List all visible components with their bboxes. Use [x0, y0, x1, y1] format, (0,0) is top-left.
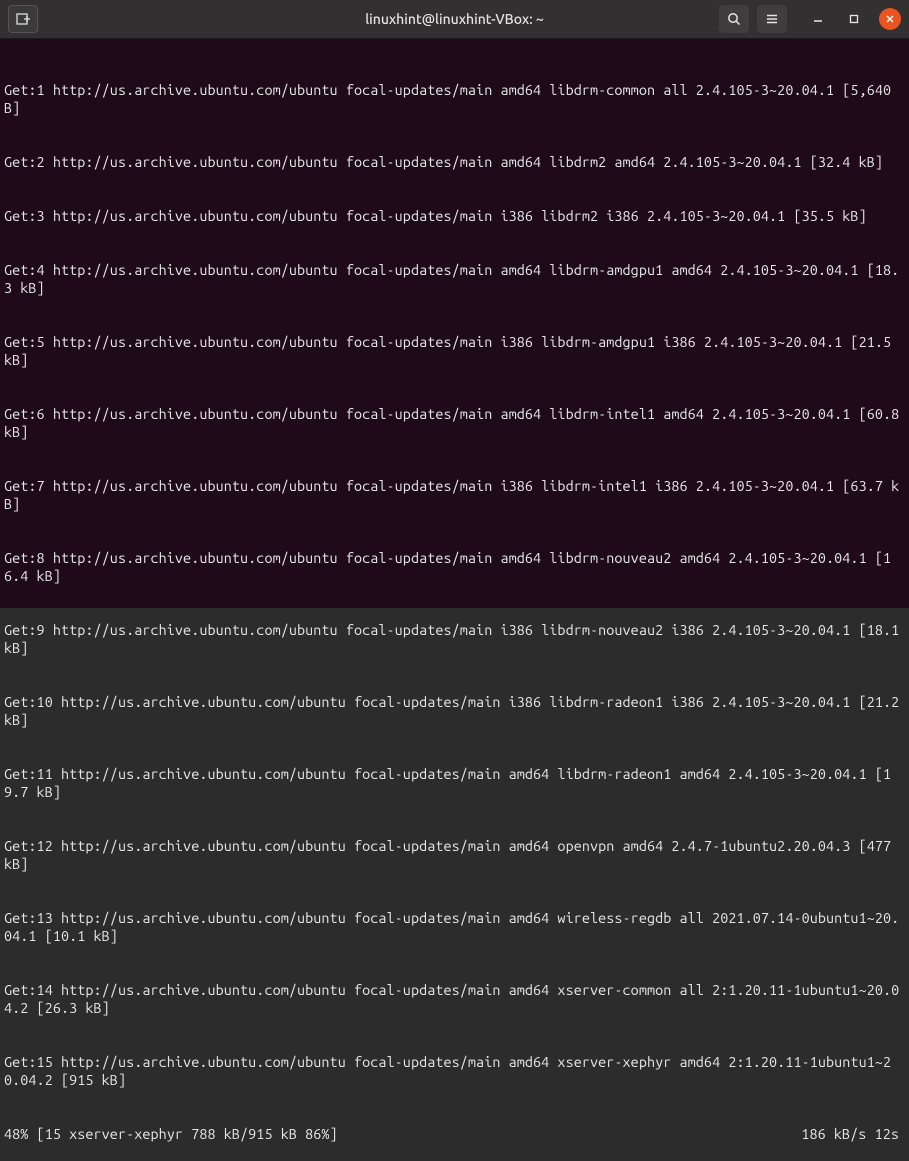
output-line: Get:10 http://us.archive.ubuntu.com/ubun… [4, 693, 905, 729]
output-line: Get:2 http://us.archive.ubuntu.com/ubunt… [4, 153, 905, 171]
close-button[interactable] [879, 8, 901, 30]
output-line: Get:1 http://us.archive.ubuntu.com/ubunt… [4, 81, 905, 117]
new-tab-icon [15, 11, 31, 27]
maximize-icon [849, 14, 859, 24]
minimize-icon [813, 14, 823, 24]
output-line: Get:7 http://us.archive.ubuntu.com/ubunt… [4, 477, 905, 513]
window-controls [807, 8, 901, 30]
progress-left: 48% [15 xserver-xephyr 788 kB/915 kB 86%… [4, 1125, 338, 1143]
output-line: Get:6 http://us.archive.ubuntu.com/ubunt… [4, 405, 905, 441]
menu-button[interactable] [757, 5, 787, 33]
terminal-output[interactable]: Get:1 http://us.archive.ubuntu.com/ubunt… [0, 39, 909, 608]
search-icon [727, 12, 741, 26]
output-line: Get:11 http://us.archive.ubuntu.com/ubun… [4, 765, 905, 801]
output-line: Get:14 http://us.archive.ubuntu.com/ubun… [4, 981, 905, 1017]
new-tab-button[interactable] [8, 5, 38, 33]
progress-line: 48% [15 xserver-xephyr 788 kB/915 kB 86%… [4, 1125, 905, 1143]
hamburger-icon [765, 12, 779, 26]
output-line: Get:4 http://us.archive.ubuntu.com/ubunt… [4, 261, 905, 297]
output-line: Get:9 http://us.archive.ubuntu.com/ubunt… [4, 621, 905, 657]
window-title: linuxhint@linuxhint-VBox: ~ [365, 11, 544, 27]
search-button[interactable] [719, 5, 749, 33]
titlebar-right [719, 5, 901, 33]
progress-right: 186 kB/s 12s [801, 1125, 905, 1143]
output-line: Get:5 http://us.archive.ubuntu.com/ubunt… [4, 333, 905, 369]
titlebar-left [8, 5, 38, 33]
output-line: Get:8 http://us.archive.ubuntu.com/ubunt… [4, 549, 905, 585]
minimize-button[interactable] [807, 8, 829, 30]
output-line: Get:12 http://us.archive.ubuntu.com/ubun… [4, 837, 905, 873]
close-icon [885, 14, 895, 24]
output-line: Get:15 http://us.archive.ubuntu.com/ubun… [4, 1053, 905, 1089]
output-line: Get:3 http://us.archive.ubuntu.com/ubunt… [4, 207, 905, 225]
output-line: Get:13 http://us.archive.ubuntu.com/ubun… [4, 909, 905, 945]
titlebar: linuxhint@linuxhint-VBox: ~ [0, 0, 909, 39]
maximize-button[interactable] [843, 8, 865, 30]
